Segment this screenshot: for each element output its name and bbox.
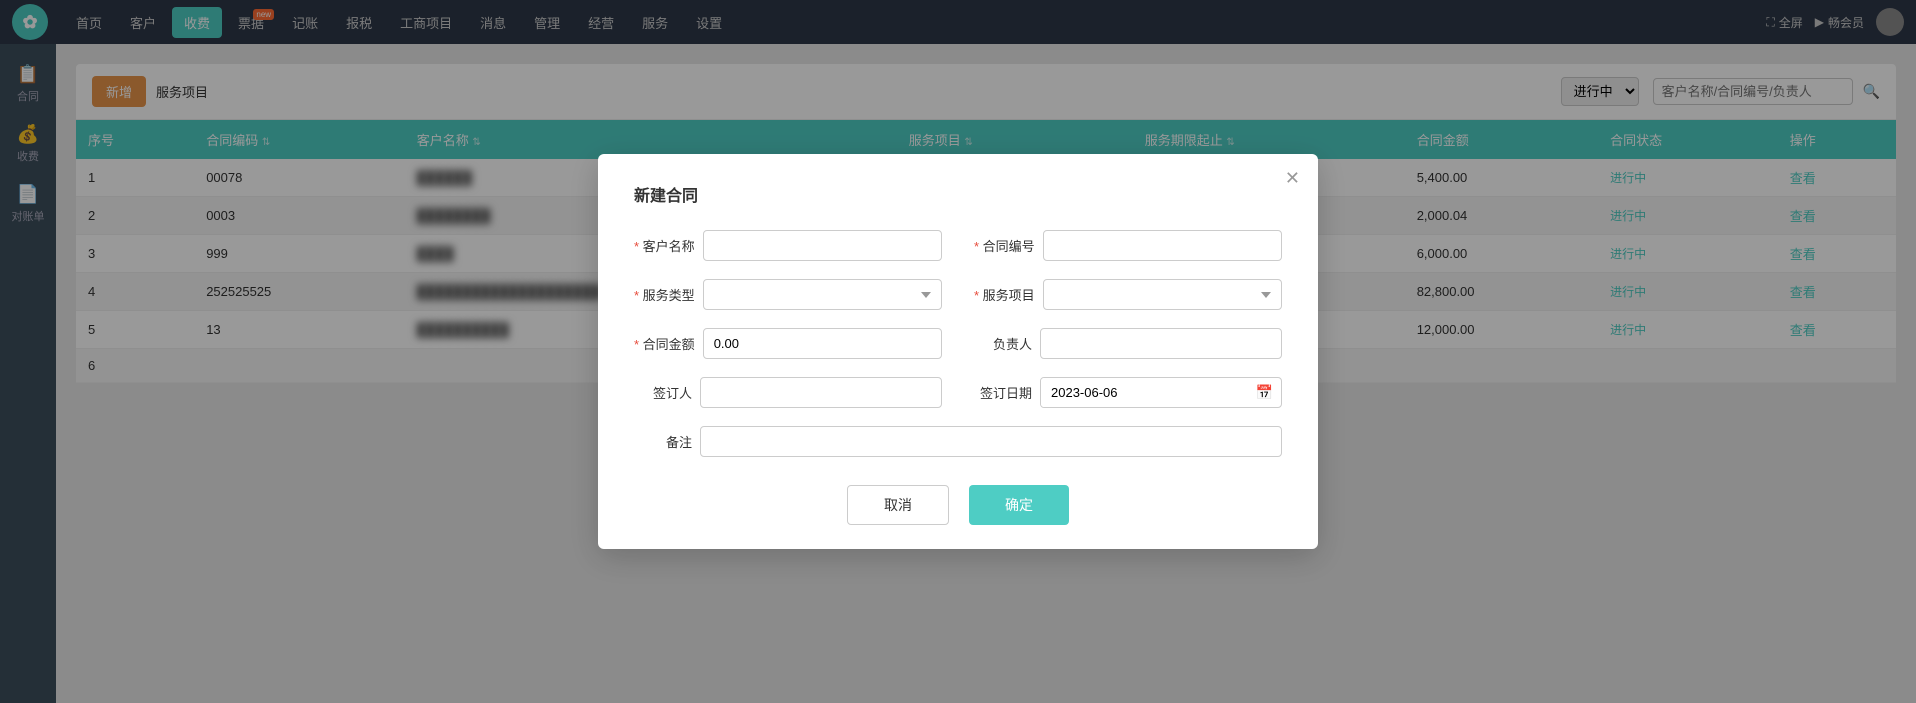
amount-input[interactable] xyxy=(703,328,942,359)
service-type-label: 服务类型 xyxy=(634,285,695,304)
modal-overlay: ✕ 新建合同 客户名称 合同编号 服务类型 服务项目 合 xyxy=(0,0,1916,703)
form-group-notes: 备注 xyxy=(634,426,1282,457)
form-group-amount: 合同金额 xyxy=(634,328,942,359)
notes-input[interactable] xyxy=(700,426,1282,457)
form-group-service-item: 服务项目 xyxy=(974,279,1282,310)
form-group-signer: 签订人 xyxy=(634,377,942,408)
client-name-input[interactable] xyxy=(703,230,942,261)
confirm-button[interactable]: 确定 xyxy=(969,485,1069,525)
calendar-icon[interactable]: 📅 xyxy=(1248,384,1281,401)
form-group-client: 客户名称 xyxy=(634,230,942,261)
responsible-input[interactable] xyxy=(1040,328,1282,359)
cancel-button[interactable]: 取消 xyxy=(847,485,949,525)
modal-title: 新建合同 xyxy=(634,182,1282,206)
sign-date-label: 签订日期 xyxy=(974,383,1032,402)
service-item-select[interactable] xyxy=(1043,279,1282,310)
modal-close-button[interactable]: ✕ xyxy=(1285,168,1300,189)
client-name-label: 客户名称 xyxy=(634,236,695,255)
service-type-select[interactable] xyxy=(703,279,942,310)
form-group-contract-no: 合同编号 xyxy=(974,230,1282,261)
contract-no-label: 合同编号 xyxy=(974,236,1035,255)
signer-label: 签订人 xyxy=(634,383,692,402)
modal-dialog: ✕ 新建合同 客户名称 合同编号 服务类型 服务项目 合 xyxy=(598,154,1318,549)
amount-label: 合同金额 xyxy=(634,334,695,353)
service-item-label: 服务项目 xyxy=(974,285,1035,304)
form-group-sign-date: 签订日期 📅 xyxy=(974,377,1282,408)
sign-date-input[interactable] xyxy=(1041,378,1248,407)
form-grid: 客户名称 合同编号 服务类型 服务项目 合同金额 负责人 xyxy=(634,230,1282,457)
form-group-responsible: 负责人 xyxy=(974,328,1282,359)
notes-label: 备注 xyxy=(634,432,692,451)
form-group-service-type: 服务类型 xyxy=(634,279,942,310)
responsible-label: 负责人 xyxy=(974,334,1032,353)
signer-input[interactable] xyxy=(700,377,942,408)
contract-no-input[interactable] xyxy=(1043,230,1282,261)
modal-footer: 取消 确定 xyxy=(634,485,1282,525)
sign-date-input-wrapper: 📅 xyxy=(1040,377,1282,408)
